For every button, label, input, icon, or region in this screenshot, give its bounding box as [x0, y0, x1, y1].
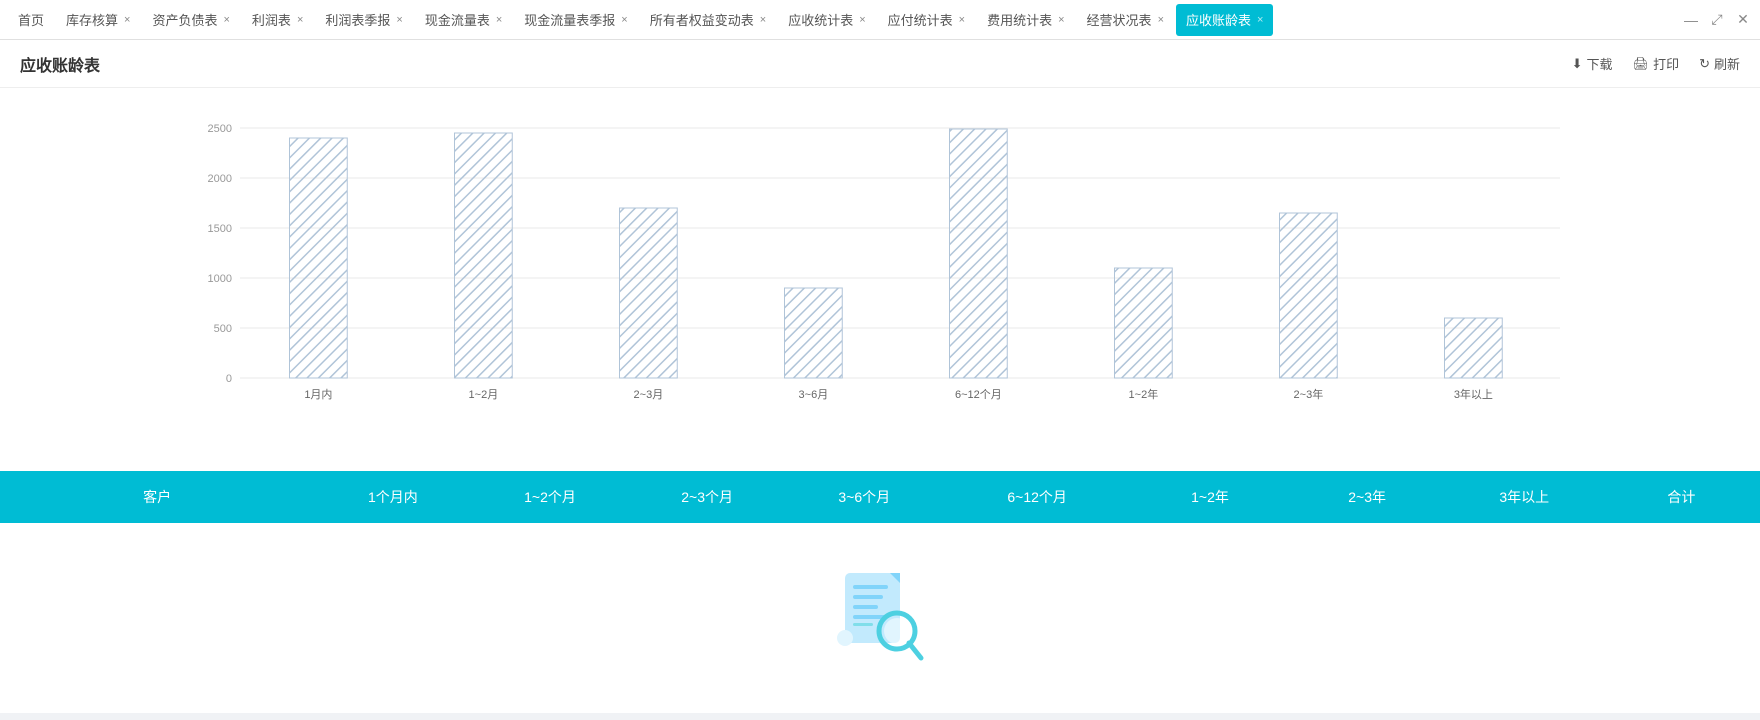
tab-close-cashflow-quarterly[interactable]: × [621, 14, 627, 26]
main-content: 0 500 1000 1500 2000 2500 1月内 1~2月 2~3月 3~6月 6~12个… [0, 88, 1760, 713]
tab-close-profit-quarterly[interactable]: × [396, 14, 402, 26]
table-header-cell: 1~2年 [1131, 487, 1288, 507]
tab-close-expense-stats[interactable]: × [1058, 14, 1064, 26]
page-title: 应收账龄表 [20, 52, 100, 76]
table-header-cell: 客户 [0, 487, 314, 507]
tab-close-cashflow[interactable]: × [496, 14, 502, 26]
chart-area: 0 500 1000 1500 2000 2500 1月内 1~2月 2~3月 3~6月 6~12个… [0, 88, 1760, 471]
tab-close-ar-aging[interactable]: × [1257, 14, 1263, 26]
refresh-label: 刷新 [1714, 54, 1740, 73]
tab-label-inventory: 库存核算 [66, 10, 118, 29]
refresh-icon: ↻ [1699, 56, 1710, 72]
tab-close-operation[interactable]: × [1158, 14, 1164, 26]
tab-label-profit: 利润表 [252, 10, 291, 29]
empty-illustration [825, 563, 935, 673]
table-header-cell: 1~2个月 [471, 487, 628, 507]
toolbar-actions: ⬇ 下载 🖨 打印 ↻ 刷新 [1572, 54, 1740, 73]
svg-text:2~3月: 2~3月 [634, 389, 664, 401]
tab-operation[interactable]: 经营状况表 × [1077, 4, 1174, 36]
tab-close-equity[interactable]: × [760, 14, 766, 26]
table-header-cell: 6~12个月 [943, 487, 1132, 507]
window-controls: — ⤢ ✕ [1682, 11, 1752, 29]
svg-text:1500: 1500 [208, 223, 232, 235]
svg-text:2500: 2500 [208, 123, 232, 135]
empty-state [0, 523, 1760, 713]
table-header-cell: 2~3年 [1289, 487, 1446, 507]
tab-close-balance[interactable]: × [223, 14, 229, 26]
print-icon: 🖨 [1633, 56, 1650, 72]
download-button[interactable]: ⬇ 下载 [1572, 54, 1613, 73]
svg-text:1000: 1000 [208, 273, 232, 285]
svg-text:3~6月: 3~6月 [799, 389, 829, 401]
svg-text:1月内: 1月内 [304, 387, 332, 401]
tab-ar-aging[interactable]: 应收账龄表 × [1176, 4, 1273, 36]
svg-text:0: 0 [226, 373, 232, 385]
tab-close-ar-stats[interactable]: × [859, 14, 865, 26]
tab-profit[interactable]: 利润表 × [242, 4, 313, 36]
table-header: 客户1个月内1~2个月2~3个月3~6个月6~12个月1~2年2~3年3年以上合… [0, 471, 1760, 523]
page-title-bar: 应收账龄表 ⬇ 下载 🖨 打印 ↻ 刷新 [0, 40, 1760, 88]
svg-text:500: 500 [214, 323, 232, 335]
tab-label-operation: 经营状况表 [1087, 10, 1152, 29]
svg-text:1~2年: 1~2年 [1129, 387, 1159, 401]
tab-balance[interactable]: 资产负债表 × [142, 4, 239, 36]
svg-text:2000: 2000 [208, 173, 232, 185]
tab-profit-quarterly[interactable]: 利润表季报 × [315, 4, 412, 36]
print-label: 打印 [1653, 54, 1679, 73]
tab-label-ap-stats: 应付统计表 [888, 10, 953, 29]
table-header-cell: 3~6个月 [786, 487, 943, 507]
bar-chart-svg: 0 500 1000 1500 2000 2500 1月内 1~2月 2~3月 3~6月 6~12个… [60, 108, 1700, 428]
close-button[interactable]: ✕ [1734, 11, 1752, 29]
svg-text:2~3年: 2~3年 [1294, 387, 1324, 401]
table-header-cell: 2~3个月 [629, 487, 786, 507]
tab-label-ar-aging: 应收账龄表 [1186, 10, 1251, 29]
tab-cashflow-quarterly[interactable]: 现金流量表季报 × [514, 4, 637, 36]
tab-label-cashflow-quarterly: 现金流量表季报 [524, 10, 615, 29]
table-header-cell: 3年以上 [1446, 487, 1603, 507]
tab-close-ap-stats[interactable]: × [959, 14, 965, 26]
tab-close-profit[interactable]: × [297, 14, 303, 26]
tab-cashflow[interactable]: 现金流量表 × [415, 4, 512, 36]
tab-label-cashflow: 现金流量表 [425, 10, 490, 29]
tab-label-ar-stats: 应收统计表 [788, 10, 853, 29]
table-header-cell: 1个月内 [314, 487, 471, 507]
tab-home[interactable]: 首页 [8, 4, 54, 36]
tab-label-profit-quarterly: 利润表季报 [325, 10, 390, 29]
tab-expense-stats[interactable]: 费用统计表 × [977, 4, 1074, 36]
tab-ap-stats[interactable]: 应付统计表 × [878, 4, 975, 36]
print-button[interactable]: 🖨 打印 [1633, 54, 1680, 73]
tab-label-balance: 资产负债表 [152, 10, 217, 29]
tab-label-expense-stats: 费用统计表 [987, 10, 1052, 29]
download-icon: ⬇ [1572, 56, 1583, 72]
tab-label-home: 首页 [18, 10, 44, 29]
tab-ar-stats[interactable]: 应收统计表 × [778, 4, 875, 36]
download-label: 下载 [1587, 54, 1613, 73]
tab-inventory[interactable]: 库存核算 × [56, 4, 140, 36]
minimize-button[interactable]: — [1682, 11, 1700, 29]
refresh-button[interactable]: ↻ 刷新 [1699, 54, 1740, 73]
table-header-cell: 合计 [1603, 487, 1760, 507]
tab-equity[interactable]: 所有者权益变动表 × [640, 4, 776, 36]
maximize-button[interactable]: ⤢ [1708, 11, 1726, 29]
tab-bar: 首页库存核算×资产负债表×利润表×利润表季报×现金流量表×现金流量表季报×所有者… [0, 0, 1760, 40]
tab-label-equity: 所有者权益变动表 [650, 10, 754, 29]
tab-close-inventory[interactable]: × [124, 14, 130, 26]
svg-text:3年以上: 3年以上 [1454, 387, 1493, 401]
svg-text:1~2月: 1~2月 [469, 389, 499, 401]
svg-text:6~12个月: 6~12个月 [955, 388, 1002, 401]
